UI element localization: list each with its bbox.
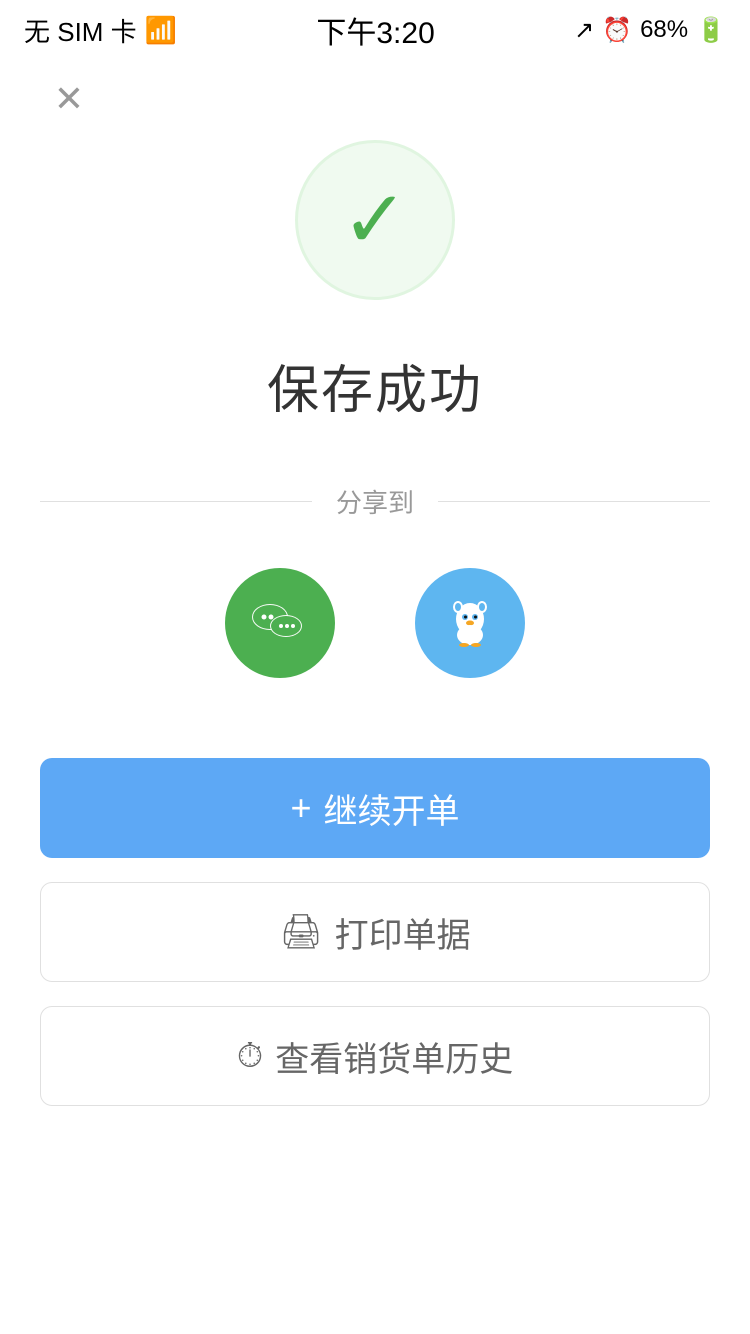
main-content: ✓ 保存成功 分享到 — [0, 60, 750, 1130]
qq-share-button[interactable] — [415, 568, 525, 678]
success-title: 保存成功 — [267, 348, 483, 423]
share-section: 分享到 — [0, 483, 750, 758]
success-icon-circle: ✓ — [295, 140, 455, 300]
view-history-button[interactable]: ⏱ 查看销货单历史 — [40, 1006, 710, 1106]
wechat-icon — [248, 591, 312, 655]
status-carrier: 无 SIM 卡 📶 — [24, 12, 177, 49]
status-time: 下午3:20 — [316, 8, 434, 52]
view-history-label: 查看销货单历史 — [275, 1032, 513, 1081]
continue-order-button[interactable]: + 继续开单 — [40, 758, 710, 858]
share-icons — [40, 568, 710, 678]
plus-icon: + — [290, 787, 311, 829]
share-label: 分享到 — [312, 483, 438, 520]
wifi-icon: 📶 — [145, 15, 177, 46]
history-icon: ⏱ — [237, 1037, 264, 1076]
wechat-share-button[interactable] — [225, 568, 335, 678]
qq-icon — [440, 593, 500, 653]
status-bar: 无 SIM 卡 📶 下午3:20 ↗ ⏰ 68% 🔋 — [0, 0, 750, 60]
location-icon: ↗ — [574, 16, 594, 45]
print-receipt-label: 打印单据 — [335, 908, 471, 957]
print-receipt-button[interactable]: 🖨 打印单据 — [40, 882, 710, 982]
printer-icon: 🖨 — [279, 912, 322, 952]
carrier-text: 无 SIM 卡 — [24, 12, 137, 49]
divider-left — [40, 501, 312, 502]
divider-right — [438, 501, 710, 502]
battery-text: 68% — [640, 16, 688, 44]
checkmark-icon: ✓ — [341, 180, 408, 260]
share-divider: 分享到 — [40, 483, 710, 520]
battery-icon: 🔋 — [696, 16, 726, 45]
status-right: ↗ ⏰ 68% 🔋 — [574, 16, 726, 45]
action-buttons: + 继续开单 🖨 打印单据 ⏱ 查看销货单历史 — [40, 758, 710, 1130]
alarm-icon: ⏰ — [602, 16, 632, 45]
close-button[interactable]: ✕ — [44, 74, 94, 124]
continue-order-label: 继续开单 — [324, 784, 460, 833]
close-icon: ✕ — [54, 81, 84, 117]
